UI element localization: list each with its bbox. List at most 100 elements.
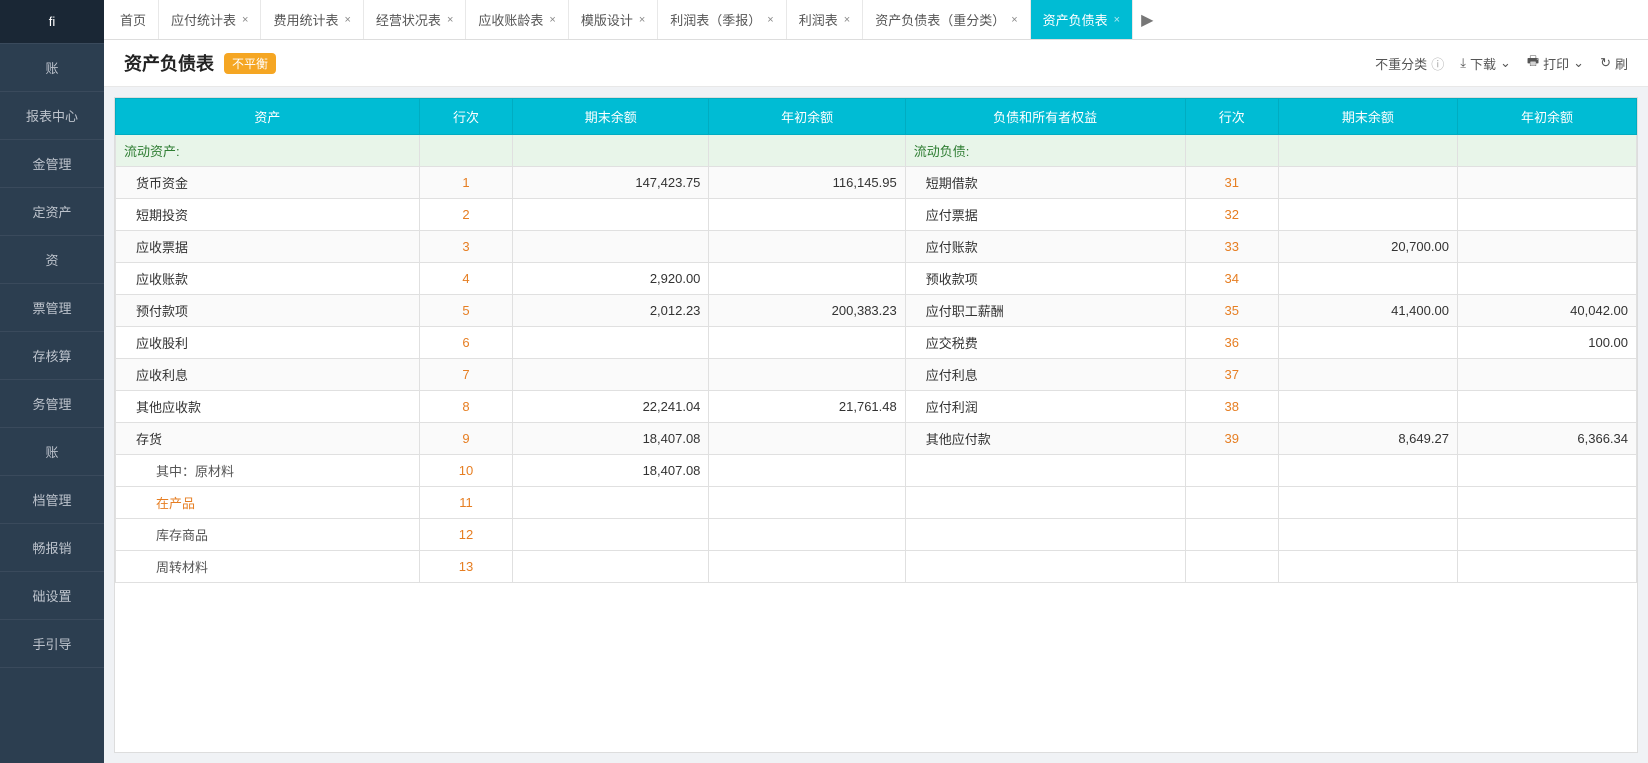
cell-dividend-receivable[interactable]: 应收股利	[116, 327, 420, 359]
table-row: 货币资金 1 147,423.75 116,145.95 短期借款 31	[116, 167, 1637, 199]
download-icon: ⤓	[1460, 55, 1466, 71]
table-row: 存货 9 18,407.08 其他应付款 39 8,649.27 6,366.3…	[116, 423, 1637, 455]
close-tab-balance-sheet[interactable]: ×	[1114, 14, 1120, 26]
close-tab-profit-quarterly[interactable]: ×	[767, 14, 773, 26]
cell-advance-receipts[interactable]: 预收款项	[905, 263, 1185, 295]
close-tab-business-status[interactable]: ×	[447, 14, 453, 26]
tab-payable-stats[interactable]: 应付统计表 ×	[159, 0, 261, 40]
page-header: 资产负债表 不平衡 不重分类 ⓘ ⤓ 下载 ⌄ 🖶 打印 ⌄ ↻ 刷	[104, 40, 1648, 87]
refresh-button[interactable]: ↻ 刷	[1600, 54, 1628, 73]
cell-prepaid[interactable]: 预付款项	[116, 295, 420, 327]
tab-home[interactable]: 首页	[108, 0, 159, 40]
table-row: 应收利息 7 应付利息 37	[116, 359, 1637, 391]
col-header-liabilities: 负债和所有者权益	[905, 99, 1185, 135]
sidebar-item-archive[interactable]: 档管理	[0, 476, 104, 524]
cell-finished-goods[interactable]: 库存商品	[116, 519, 420, 551]
page-title-area: 资产负债表 不平衡	[124, 50, 276, 76]
tab-balance-reclassified[interactable]: 资产负债表（重分类） ×	[863, 0, 1030, 40]
sidebar-item-tax-mgmt[interactable]: 务管理	[0, 380, 104, 428]
cell-other-receivables[interactable]: 其他应收款	[116, 391, 420, 423]
close-tab-expense-stats[interactable]: ×	[344, 14, 350, 26]
header-actions: 不重分类 ⓘ ⤓ 下载 ⌄ 🖶 打印 ⌄ ↻ 刷	[1375, 52, 1628, 74]
cell-inventory[interactable]: 存货	[116, 423, 420, 455]
close-tab-profit[interactable]: ×	[844, 14, 850, 26]
refresh-icon: ↻	[1600, 55, 1611, 71]
download-chevron-icon: ⌄	[1500, 55, 1511, 71]
page-title: 资产负债表	[124, 50, 214, 76]
col-header-end-balance2: 期末余额	[1278, 99, 1457, 135]
cell-raw-materials[interactable]: 其中：原材料	[116, 455, 420, 487]
sidebar-item-accounts[interactable]: 账	[0, 44, 104, 92]
col-header-end-balance1: 期末余额	[513, 99, 709, 135]
sidebar-item-guide[interactable]: 手引导	[0, 620, 104, 668]
table-row-category-current: 流动资产: 流动负债:	[116, 135, 1637, 167]
sidebar-item-fixed-assets[interactable]: 定资产	[0, 188, 104, 236]
sidebar-item-settings[interactable]: 础设置	[0, 572, 104, 620]
col-header-seq2: 行次	[1185, 99, 1278, 135]
sidebar-item-finance-mgmt[interactable]: 金管理	[0, 140, 104, 188]
table-row: 在产品 11	[116, 487, 1637, 519]
sidebar: fi 账 报表中心 金管理 定资产 资 票管理 存核算 务管理 账 档管理 畅报…	[0, 0, 104, 763]
sidebar-item-ticket-mgmt[interactable]: 票管理	[0, 284, 104, 332]
cell-interest-payable[interactable]: 应付利息	[905, 359, 1185, 391]
cell-current-liabilities-label: 流动负债:	[905, 135, 1185, 167]
cell-short-invest[interactable]: 短期投资	[116, 199, 420, 231]
cell-cash[interactable]: 货币资金	[116, 167, 420, 199]
col-header-assets: 资产	[116, 99, 420, 135]
tab-template-design[interactable]: 模版设计 ×	[569, 0, 658, 40]
close-tab-receivable-aging[interactable]: ×	[549, 14, 555, 26]
download-button[interactable]: ⤓ 下载 ⌄	[1460, 54, 1511, 73]
cell-turnover-materials[interactable]: 周转材料	[116, 551, 420, 583]
main-area: 首页 应付统计表 × 费用统计表 × 经营状况表 × 应收账龄表 × 模版设计 …	[104, 0, 1648, 763]
tab-business-status[interactable]: 经营状况表 ×	[364, 0, 466, 40]
close-tab-payable-stats[interactable]: ×	[242, 14, 248, 26]
cell-notes-payable[interactable]: 应付票据	[905, 199, 1185, 231]
tab-bar: 首页 应付统计表 × 费用统计表 × 经营状况表 × 应收账龄表 × 模版设计 …	[104, 0, 1648, 40]
sidebar-item-report-center[interactable]: 报表中心	[0, 92, 104, 140]
table-row: 周转材料 13	[116, 551, 1637, 583]
close-tab-template-design[interactable]: ×	[639, 14, 645, 26]
sidebar-item-inventory[interactable]: 存核算	[0, 332, 104, 380]
col-header-begin-balance2: 年初余额	[1457, 99, 1636, 135]
print-chevron-icon: ⌄	[1573, 55, 1584, 71]
cell-wip[interactable]: 在产品	[116, 487, 420, 519]
tab-balance-sheet[interactable]: 资产负债表 ×	[1031, 0, 1133, 40]
help-icon: ⓘ	[1431, 54, 1444, 73]
sidebar-item-fi[interactable]: fi	[0, 0, 104, 44]
table-header-row: 资产 行次 期末余额 年初余额 负债和所有者权益 行次 期末余额 年初余额	[116, 99, 1637, 135]
table-row: 应收账款 4 2,920.00 预收款项 34	[116, 263, 1637, 295]
badge-unbalanced: 不平衡	[224, 53, 276, 74]
no-reclassify-option[interactable]: 不重分类 ⓘ	[1375, 54, 1444, 73]
tab-profit-quarterly[interactable]: 利润表（季报） ×	[658, 0, 786, 40]
table-row: 应收票据 3 应付账款 33 20,700.00	[116, 231, 1637, 263]
balance-sheet-table-container: 资产 行次 期末余额 年初余额 负债和所有者权益 行次 期末余额 年初余额 流动…	[114, 97, 1638, 753]
cell-current-assets-label: 流动资产:	[116, 135, 420, 167]
sidebar-item-ledger[interactable]: 账	[0, 428, 104, 476]
col-header-begin-balance1: 年初余额	[709, 99, 905, 135]
table-row: 预付款项 5 2,012.23 200,383.23 应付职工薪酬 35 41,…	[116, 295, 1637, 327]
cell-profit-payable[interactable]: 应付利润	[905, 391, 1185, 423]
tab-more-button[interactable]: ▶	[1133, 10, 1161, 30]
cell-accounts-payable[interactable]: 应付账款	[905, 231, 1185, 263]
cell-short-term-loan[interactable]: 短期借款	[905, 167, 1185, 199]
close-tab-balance-reclassified[interactable]: ×	[1011, 14, 1017, 26]
table-row: 其他应收款 8 22,241.04 21,761.48 应付利润 38	[116, 391, 1637, 423]
tab-profit[interactable]: 利润表 ×	[787, 0, 863, 40]
print-button[interactable]: 🖶 打印 ⌄	[1527, 52, 1584, 74]
sidebar-item-expense[interactable]: 畅报销	[0, 524, 104, 572]
table-row: 其中：原材料 10 18,407.08	[116, 455, 1637, 487]
cell-notes-receivable[interactable]: 应收票据	[116, 231, 420, 263]
table-row: 短期投资 2 应付票据 32	[116, 199, 1637, 231]
cell-interest-receivable[interactable]: 应收利息	[116, 359, 420, 391]
print-icon: 🖶	[1527, 52, 1539, 74]
cell-accounts-receivable[interactable]: 应收账款	[116, 263, 420, 295]
cell-other-payables[interactable]: 其他应付款	[905, 423, 1185, 455]
col-header-seq1: 行次	[419, 99, 512, 135]
sidebar-item-investment[interactable]: 资	[0, 236, 104, 284]
tab-expense-stats[interactable]: 费用统计表 ×	[261, 0, 363, 40]
cell-tax-payable[interactable]: 应交税费	[905, 327, 1185, 359]
tab-receivable-aging[interactable]: 应收账龄表 ×	[466, 0, 568, 40]
no-reclassify-label: 不重分类	[1375, 54, 1427, 73]
cell-payroll-payable[interactable]: 应付职工薪酬	[905, 295, 1185, 327]
table-row: 应收股利 6 应交税费 36 100.00	[116, 327, 1637, 359]
